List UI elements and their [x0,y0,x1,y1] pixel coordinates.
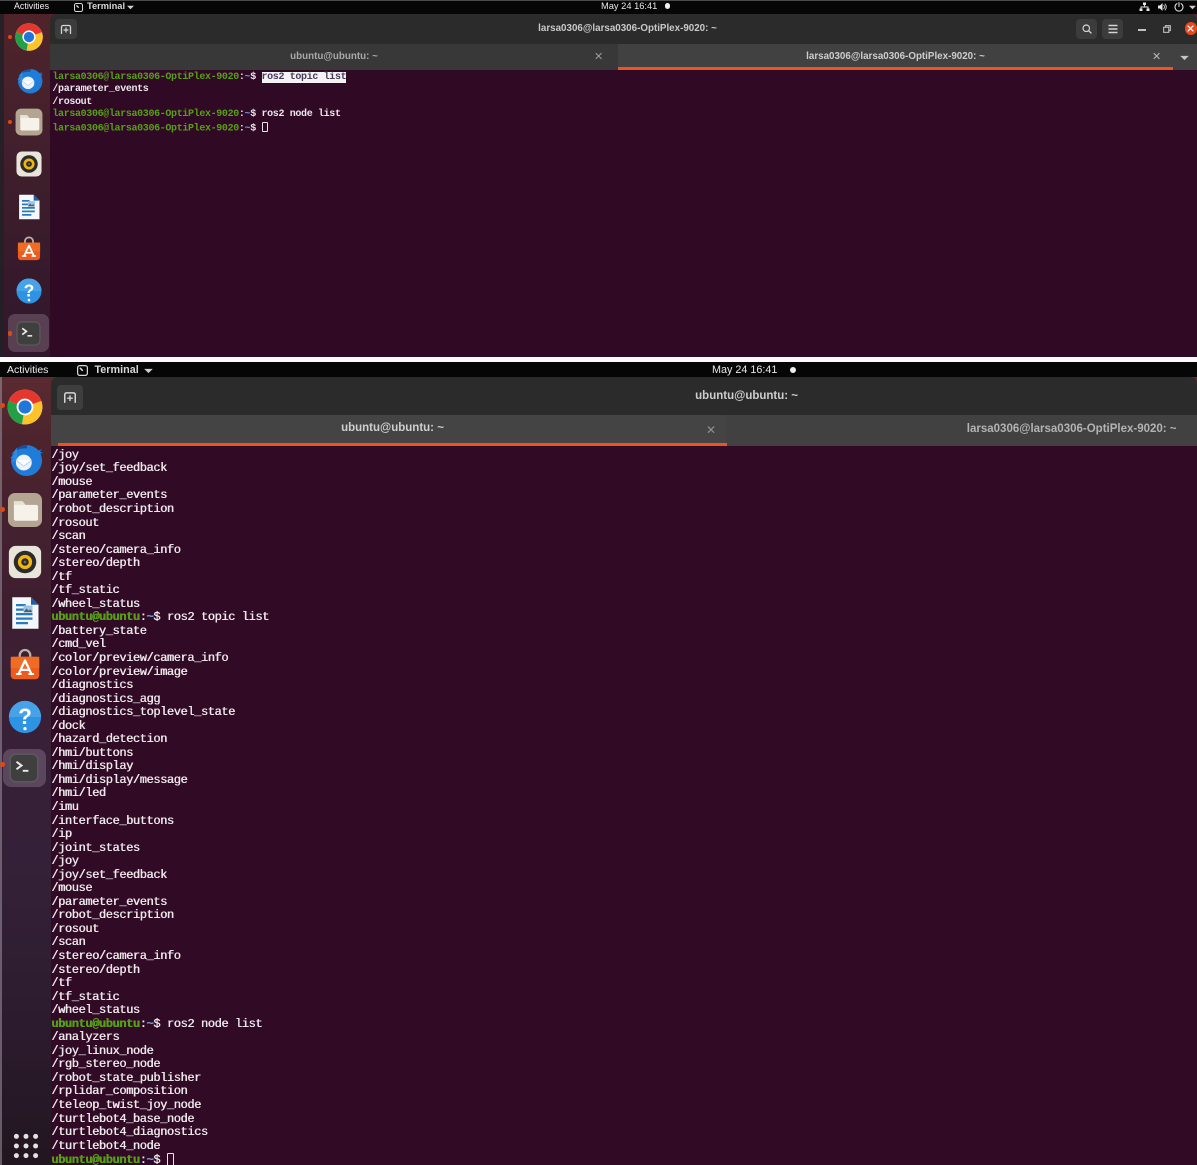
svg-text:?: ? [18,703,32,728]
svg-text:?: ? [23,280,34,300]
